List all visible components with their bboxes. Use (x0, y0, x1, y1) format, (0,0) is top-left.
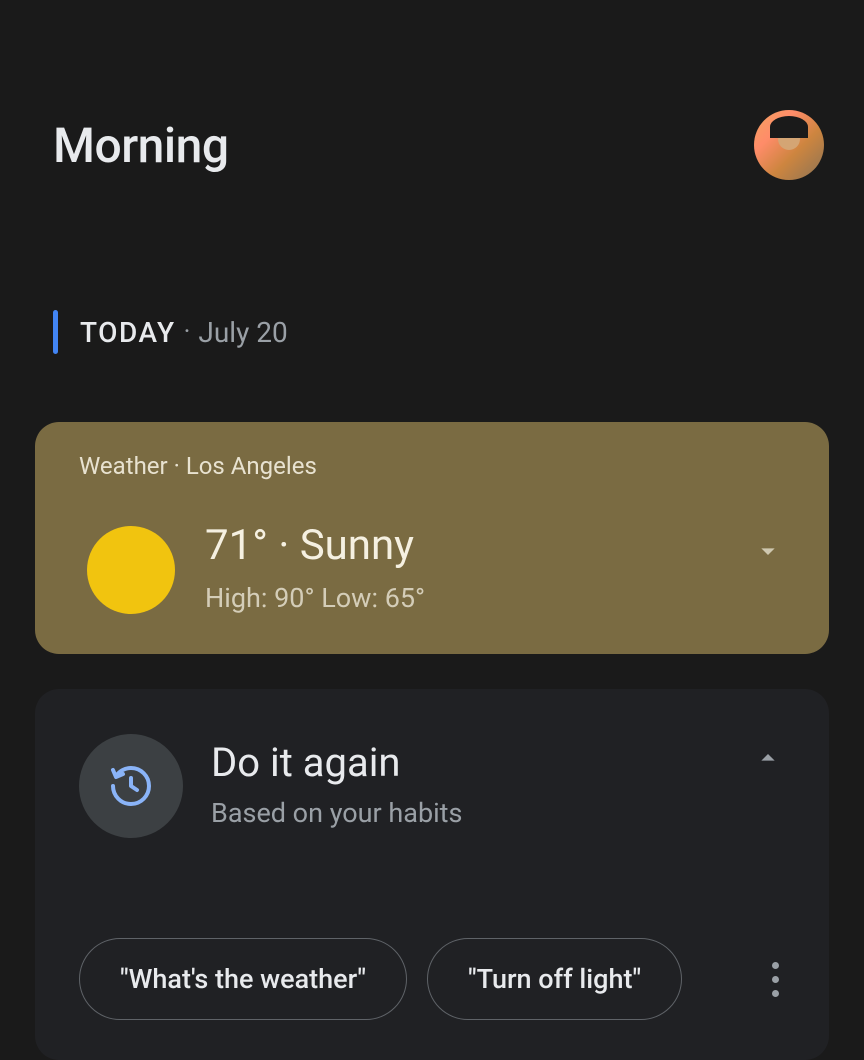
suggestions-row: "What's the weather" "Turn off light" (79, 938, 789, 1020)
date-accent-bar (53, 310, 58, 354)
profile-avatar[interactable] (754, 110, 824, 180)
more-options-icon[interactable] (762, 952, 789, 1007)
chevron-down-icon[interactable] (752, 535, 784, 571)
weather-high-low: High: 90° Low: 65° (205, 582, 789, 614)
suggestion-chip-weather[interactable]: "What's the weather" (79, 938, 407, 1020)
date-today-label: TODAY (80, 316, 176, 349)
habits-header[interactable]: Do it again Based on your habits (79, 734, 789, 838)
date-section: TODAY · July 20 (35, 310, 829, 354)
weather-card[interactable]: Weather · Los Angeles 71° · Sunny High: … (35, 422, 829, 654)
sun-icon (87, 526, 175, 614)
weather-body: 71° · Sunny High: 90° Low: 65° (79, 525, 789, 614)
chevron-up-icon[interactable] (752, 742, 784, 778)
date-separator: · (184, 317, 191, 347)
habits-title: Do it again (211, 743, 789, 783)
suggestion-chip-light[interactable]: "Turn off light" (427, 938, 682, 1020)
weather-card-label: Weather · Los Angeles (79, 452, 789, 480)
history-icon (79, 734, 183, 838)
habits-card: Do it again Based on your habits "What's… (35, 689, 829, 1060)
weather-temp-condition: 71° · Sunny (205, 525, 789, 567)
habits-text: Do it again Based on your habits (211, 743, 789, 829)
date-value: July 20 (198, 316, 287, 349)
weather-text: 71° · Sunny High: 90° Low: 65° (205, 525, 789, 614)
header: Morning (35, 0, 829, 180)
habits-subtitle: Based on your habits (211, 797, 789, 829)
greeting-title: Morning (53, 117, 229, 174)
